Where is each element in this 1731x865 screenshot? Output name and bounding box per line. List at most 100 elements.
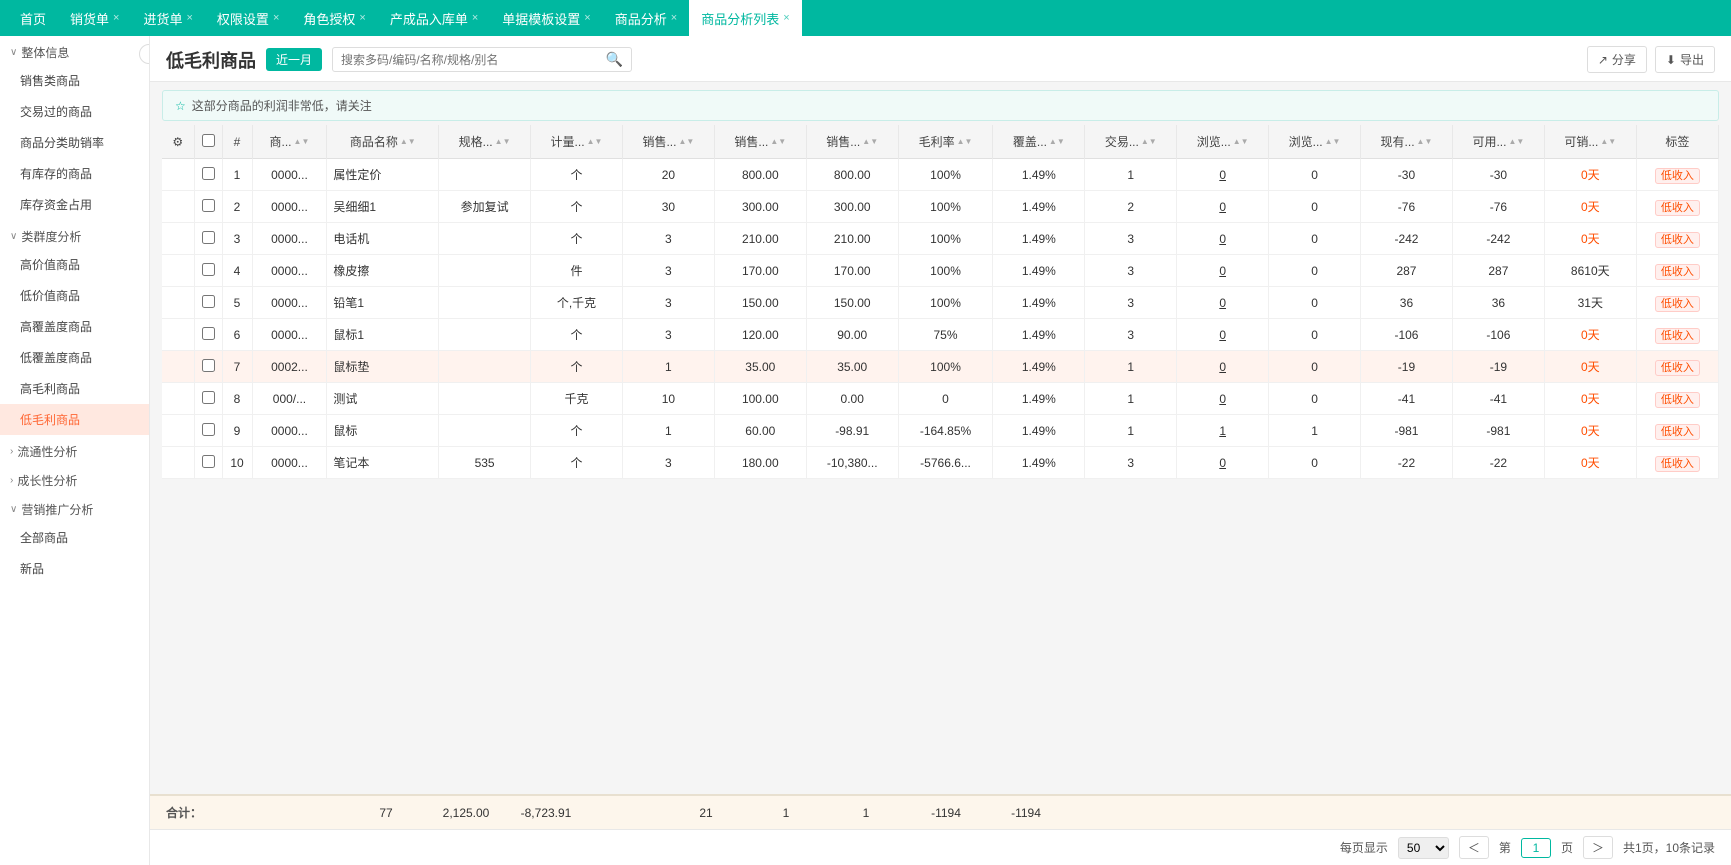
sidebar-item-stocked-goods[interactable]: 有库存的商品 [0, 158, 149, 189]
row-settings[interactable] [162, 383, 194, 415]
row-checkbox[interactable] [194, 159, 222, 191]
sidebar-item-low-margin[interactable]: 低毛利商品 [0, 404, 149, 435]
close-icon[interactable]: × [472, 12, 478, 24]
row-settings[interactable] [162, 255, 194, 287]
sidebar-item-stock-capital[interactable]: 库存资金占用 [0, 189, 149, 220]
col-tag[interactable]: 标签 [1636, 125, 1718, 159]
row-settings[interactable] [162, 223, 194, 255]
sidebar-group-overall[interactable]: ∨ 整体信息 [0, 36, 149, 65]
nav-purchase-order[interactable]: 进货单 × [131, 0, 204, 36]
nav-product-analysis[interactable]: 商品分析 × [603, 0, 689, 36]
sidebar-item-sales-goods[interactable]: 销售类商品 [0, 65, 149, 96]
search-input[interactable] [341, 53, 606, 67]
close-icon[interactable]: × [783, 12, 789, 24]
row-checkbox[interactable] [194, 383, 222, 415]
row-settings[interactable] [162, 287, 194, 319]
close-icon[interactable]: × [186, 12, 192, 24]
sidebar-item-low-coverage[interactable]: 低覆盖度商品 [0, 342, 149, 373]
sidebar-group-circulation[interactable]: › 流通性分析 [0, 435, 149, 464]
sidebar-item-high-coverage[interactable]: 高覆盖度商品 [0, 311, 149, 342]
sort-icon[interactable]: ▲▼ [1049, 138, 1065, 146]
col-available[interactable]: 可用... ▲▼ [1452, 125, 1544, 159]
row-views1[interactable]: 0 [1177, 447, 1269, 479]
sidebar-item-traded-goods[interactable]: 交易过的商品 [0, 96, 149, 127]
sort-icon[interactable]: ▲▼ [1508, 138, 1524, 146]
sort-icon[interactable]: ▲▼ [400, 138, 416, 146]
row-checkbox[interactable] [194, 287, 222, 319]
nav-product-analysis-list[interactable]: 商品分析列表 × [689, 0, 801, 36]
sort-icon[interactable]: ▲▼ [1417, 138, 1433, 146]
row-checkbox[interactable] [194, 223, 222, 255]
row-views1[interactable]: 0 [1177, 287, 1269, 319]
sidebar-group-growth[interactable]: › 成长性分析 [0, 464, 149, 493]
row-checkbox[interactable] [194, 447, 222, 479]
row-views1[interactable]: 0 [1177, 351, 1269, 383]
close-icon[interactable]: × [113, 12, 119, 24]
row-views1[interactable]: 0 [1177, 191, 1269, 223]
sort-icon[interactable]: ▲▼ [1600, 138, 1616, 146]
sort-icon[interactable]: ▲▼ [678, 138, 694, 146]
col-coverage[interactable]: 覆盖... ▲▼ [993, 125, 1085, 159]
col-unit[interactable]: 计量... ▲▼ [531, 125, 623, 159]
share-button[interactable]: ↗ 分享 [1587, 46, 1647, 73]
export-button[interactable]: ⬇ 导出 [1655, 46, 1715, 73]
next-page-button[interactable]: ＞ [1583, 836, 1613, 859]
row-views1[interactable]: 1 [1177, 415, 1269, 447]
sidebar-item-high-margin[interactable]: 高毛利商品 [0, 373, 149, 404]
nav-template-settings[interactable]: 单据模板设置 × [490, 0, 602, 36]
row-settings[interactable] [162, 447, 194, 479]
select-all-checkbox[interactable] [202, 134, 215, 147]
row-views1[interactable]: 0 [1177, 159, 1269, 191]
row-checkbox[interactable] [194, 415, 222, 447]
col-code[interactable]: 商... ▲▼ [252, 125, 327, 159]
row-settings[interactable] [162, 319, 194, 351]
col-checkbox[interactable] [194, 125, 222, 159]
sort-icon[interactable]: ▲▼ [587, 138, 603, 146]
close-icon[interactable]: × [359, 12, 365, 24]
sidebar-item-high-value[interactable]: 高价值商品 [0, 249, 149, 280]
col-sales-price[interactable]: 销售... ▲▼ [714, 125, 806, 159]
col-settings[interactable]: ⚙ [162, 125, 194, 159]
sidebar-item-all-goods[interactable]: 全部商品 [0, 522, 149, 553]
col-sales-qty[interactable]: 销售... ▲▼ [622, 125, 714, 159]
close-icon[interactable]: × [273, 12, 279, 24]
sidebar-item-category-rate[interactable]: 商品分类助销率 [0, 127, 149, 158]
col-sales-amount[interactable]: 销售... ▲▼ [806, 125, 898, 159]
sidebar-item-low-value[interactable]: 低价值商品 [0, 280, 149, 311]
nav-finished-goods[interactable]: 产成品入库单 × [378, 0, 490, 36]
row-settings[interactable] [162, 351, 194, 383]
per-page-select[interactable]: 50 100 200 [1398, 837, 1449, 859]
col-current-stock[interactable]: 现有... ▲▼ [1361, 125, 1453, 159]
row-checkbox[interactable] [194, 319, 222, 351]
nav-sales-order[interactable]: 销货单 × [58, 0, 131, 36]
col-views1[interactable]: 浏览... ▲▼ [1177, 125, 1269, 159]
data-table-wrapper[interactable]: ⚙ # 商... ▲▼ [162, 125, 1719, 794]
col-name[interactable]: 商品名称 ▲▼ [327, 125, 439, 159]
nav-role-auth[interactable]: 角色授权 × [291, 0, 377, 36]
row-views1[interactable]: 0 [1177, 383, 1269, 415]
col-sellable[interactable]: 可销... ▲▼ [1544, 125, 1636, 159]
row-checkbox[interactable] [194, 255, 222, 287]
sort-icon[interactable]: ▲▼ [1141, 138, 1157, 146]
close-icon[interactable]: × [671, 12, 677, 24]
sort-icon[interactable]: ▲▼ [1233, 138, 1249, 146]
search-icon[interactable]: 🔍 [606, 51, 623, 68]
row-settings[interactable] [162, 159, 194, 191]
col-transactions[interactable]: 交易... ▲▼ [1085, 125, 1177, 159]
sort-icon[interactable]: ▲▼ [294, 138, 310, 146]
row-views1[interactable]: 0 [1177, 223, 1269, 255]
sort-icon[interactable]: ▲▼ [770, 138, 786, 146]
prev-page-button[interactable]: ＜ [1459, 836, 1489, 859]
row-checkbox[interactable] [194, 191, 222, 223]
row-views1[interactable]: 0 [1177, 255, 1269, 287]
row-checkbox[interactable] [194, 351, 222, 383]
row-settings[interactable] [162, 415, 194, 447]
col-spec[interactable]: 规格... ▲▼ [439, 125, 531, 159]
nav-permission-settings[interactable]: 权限设置 × [205, 0, 291, 36]
nav-home[interactable]: 首页 [8, 0, 58, 36]
sort-icon[interactable]: ▲▼ [495, 138, 511, 146]
sort-icon[interactable]: ▲▼ [1325, 138, 1341, 146]
sort-icon[interactable]: ▲▼ [957, 138, 973, 146]
sidebar-group-marketing[interactable]: ∨ 营销推广分析 [0, 493, 149, 522]
sidebar-group-cluster[interactable]: ∨ 类群度分析 [0, 220, 149, 249]
